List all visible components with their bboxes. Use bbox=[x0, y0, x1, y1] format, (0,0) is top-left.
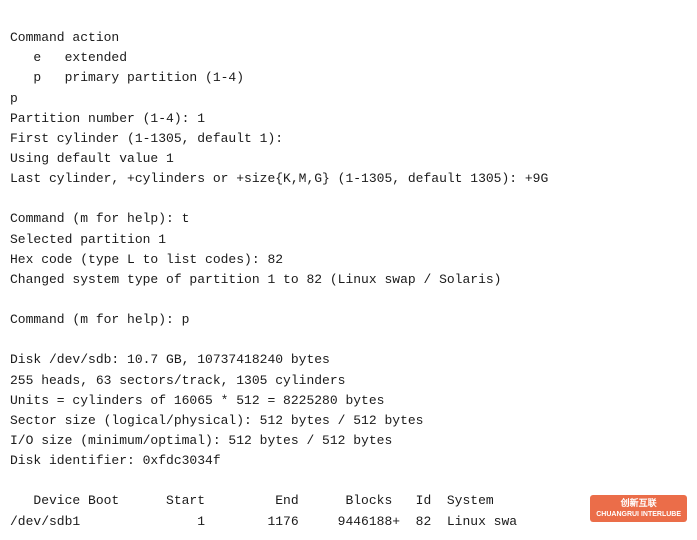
terminal-line bbox=[10, 189, 687, 209]
terminal-line: Sector size (logical/physical): 512 byte… bbox=[10, 411, 687, 431]
watermark: 创新互联 CHUANGRUI INTERLUBE bbox=[590, 495, 687, 522]
terminal-line: Selected partition 1 bbox=[10, 230, 687, 250]
terminal-line: e extended bbox=[10, 48, 687, 68]
terminal-line: Command (m for help): p bbox=[10, 310, 687, 330]
terminal-line: p bbox=[10, 89, 687, 109]
terminal-line: p primary partition (1-4) bbox=[10, 68, 687, 88]
terminal-line: I/O size (minimum/optimal): 512 bytes / … bbox=[10, 431, 687, 451]
terminal-line: Hex code (type L to list codes): 82 bbox=[10, 250, 687, 270]
terminal-line bbox=[10, 330, 687, 350]
terminal-line: Command action bbox=[10, 28, 687, 48]
terminal-line: Disk identifier: 0xfdc3034f bbox=[10, 451, 687, 471]
terminal-line: Partition number (1-4): 1 bbox=[10, 109, 687, 129]
terminal-line: First cylinder (1-1305, default 1): bbox=[10, 129, 687, 149]
terminal-line: Changed system type of partition 1 to 82… bbox=[10, 270, 687, 290]
terminal-line: Disk /dev/sdb: 10.7 GB, 10737418240 byte… bbox=[10, 350, 687, 370]
terminal-line: Last cylinder, +cylinders or +size{K,M,G… bbox=[10, 169, 687, 189]
terminal-line: Device Boot Start End Blocks Id System bbox=[10, 491, 687, 511]
watermark-text: 创新互联 CHUANGRUI INTERLUBE bbox=[590, 495, 687, 522]
terminal-line bbox=[10, 290, 687, 310]
terminal-line: Units = cylinders of 16065 * 512 = 82252… bbox=[10, 391, 687, 411]
terminal-line: 255 heads, 63 sectors/track, 1305 cylind… bbox=[10, 371, 687, 391]
terminal-output: Command action e extended p primary part… bbox=[10, 8, 687, 532]
terminal-line bbox=[10, 471, 687, 491]
terminal-line: Command (m for help): t bbox=[10, 209, 687, 229]
terminal-line: /dev/sdb1 1 1176 9446188+ 82 Linux swa bbox=[10, 512, 687, 532]
terminal-line: Using default value 1 bbox=[10, 149, 687, 169]
